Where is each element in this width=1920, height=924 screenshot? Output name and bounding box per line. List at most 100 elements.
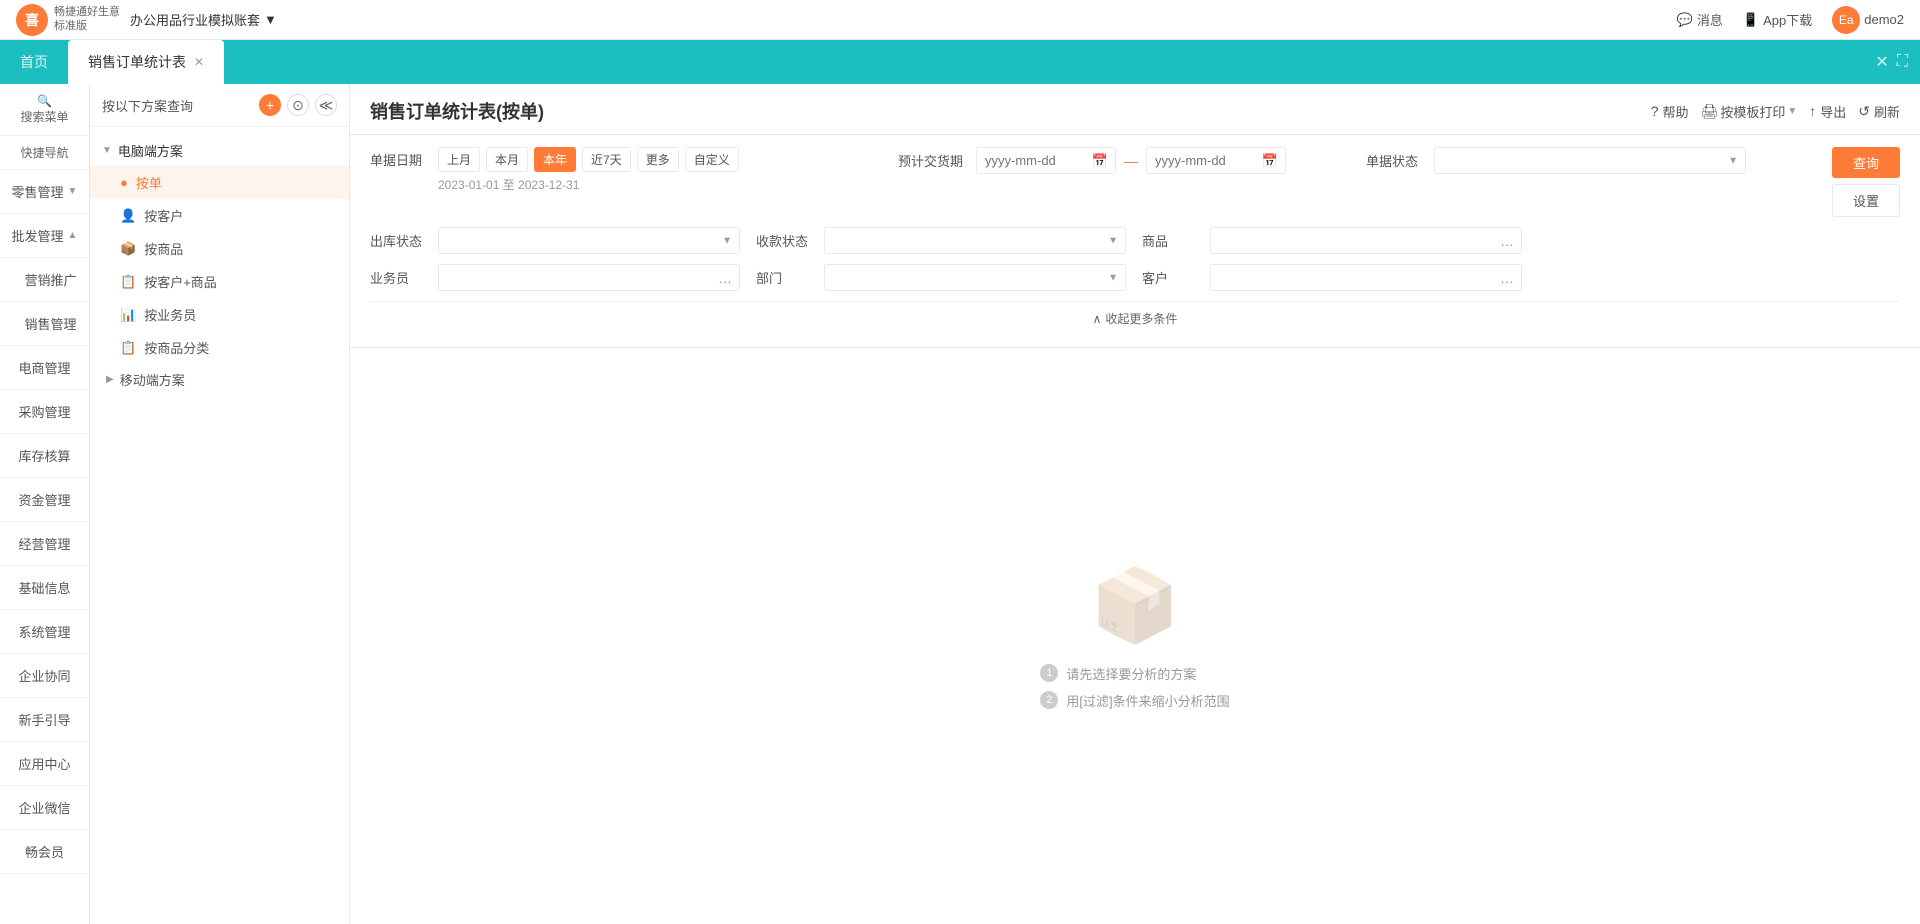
help-icon: ? xyxy=(1651,103,1659,119)
scheme-tree: ▼ 电脑端方案 ● 按单 👤 按客户 📦 按商品 📋 按客户+商品 xyxy=(90,127,349,924)
doc-status-select[interactable] xyxy=(1434,147,1746,174)
export-button[interactable]: ↑ 导出 xyxy=(1809,102,1846,121)
sidebar-item-appcenter[interactable]: 应用中心 xyxy=(0,742,89,786)
sidebar-item-marketing[interactable]: 营销推广 xyxy=(0,258,89,302)
department-select[interactable] xyxy=(824,264,1126,291)
add-scheme-button[interactable]: + xyxy=(259,94,281,116)
salesperson-more-icon[interactable]: … xyxy=(718,270,732,286)
page-title: 销售订单统计表(按单) xyxy=(370,98,544,124)
logo-icon: 喜 xyxy=(16,4,48,36)
sidebar-item-inventory[interactable]: 库存核算 xyxy=(0,434,89,478)
refresh-button[interactable]: ↺ 刷新 xyxy=(1858,102,1900,121)
user-avatar[interactable]: Ea demo2 xyxy=(1832,6,1904,34)
product-input[interactable] xyxy=(1210,227,1522,254)
salesperson-scheme-icon: 📊 xyxy=(120,307,136,323)
tree-item-by-order[interactable]: ● 按单 xyxy=(90,166,349,199)
tree-item-by-customer[interactable]: 👤 按客户 xyxy=(90,199,349,232)
collapse-icon: ≪ xyxy=(319,97,334,114)
sidebar-item-member[interactable]: 畅会员 xyxy=(0,830,89,874)
tip-num-1: 1 xyxy=(1040,664,1058,682)
avatar-icon: Ea xyxy=(1832,6,1860,34)
order-scheme-icon: ● xyxy=(120,175,128,190)
top-bar: 喜 畅捷通好生意 标准版 办公用品行业模拟账套 ▼ 💬 消息 📱 App下载 E… xyxy=(0,0,1920,40)
customer-scheme-icon: 👤 xyxy=(120,208,136,224)
tree-item-by-category[interactable]: 📋 按商品分类 xyxy=(90,331,349,364)
payment-status-label: 收款状态 xyxy=(756,231,816,250)
tree-item-by-customer-product[interactable]: 📋 按客户+商品 xyxy=(90,265,349,298)
salesperson-input[interactable] xyxy=(438,264,740,291)
retail-arrow-icon: ▼ xyxy=(68,186,78,197)
sidebar-item-newuser[interactable]: 新手引导 xyxy=(0,698,89,742)
sidebar-item-basic[interactable]: 基础信息 xyxy=(0,566,89,610)
export-icon: ↑ xyxy=(1809,103,1816,119)
settings-button[interactable]: 设置 xyxy=(1832,184,1900,217)
print-icon: 🖨 xyxy=(1701,103,1719,120)
date-btn-custom[interactable]: 自定义 xyxy=(685,147,739,172)
date-btn-this-year[interactable]: 本年 xyxy=(534,147,576,172)
payment-status-select[interactable] xyxy=(824,227,1126,254)
help-button[interactable]: ? 帮助 xyxy=(1651,102,1689,121)
close-window-icon[interactable]: ✕ xyxy=(1875,52,1888,72)
sidebar-item-operation[interactable]: 经营管理 xyxy=(0,522,89,566)
message-button[interactable]: 💬 消息 xyxy=(1677,10,1723,29)
date-btn-last-month[interactable]: 上月 xyxy=(438,147,480,172)
tree-group-desktop[interactable]: ▼ 电脑端方案 xyxy=(90,135,349,166)
query-button[interactable]: 查询 xyxy=(1832,147,1900,178)
print-dropdown-icon: ▼ xyxy=(1787,106,1797,117)
page-header: 销售订单统计表(按单) ? 帮助 🖨 按模板打印 ▼ ↑ 导出 xyxy=(350,84,1920,135)
logo-text: 畅捷通好生意 标准版 xyxy=(54,6,120,32)
sidebar-item-purchase[interactable]: 采购管理 xyxy=(0,390,89,434)
salesperson-label: 业务员 xyxy=(370,268,430,287)
customer-more-icon[interactable]: … xyxy=(1500,270,1514,286)
tab-sales-order-stats[interactable]: 销售订单统计表 ✕ xyxy=(68,40,224,84)
tree-item-by-product[interactable]: 📦 按商品 xyxy=(90,232,349,265)
tree-item-by-salesperson[interactable]: 📊 按业务员 xyxy=(90,298,349,331)
maximize-window-icon[interactable]: ⛶ xyxy=(1897,53,1908,71)
tab-home[interactable]: 首页 xyxy=(0,40,68,84)
industry-selector[interactable]: 办公用品行业模拟账套 ▼ xyxy=(130,10,277,29)
date-btn-this-month[interactable]: 本月 xyxy=(486,147,528,172)
customer-product-scheme-icon: 📋 xyxy=(120,274,136,290)
tree-group-mobile[interactable]: ▶ 移动端方案 xyxy=(90,364,349,395)
product-label: 商品 xyxy=(1142,231,1202,250)
edit-scheme-button[interactable]: ⊙ xyxy=(287,94,309,116)
empty-tips: 1 请先选择要分析的方案 2 用[过滤]条件来缩小分析范围 xyxy=(1040,664,1229,710)
expected-date-from-input[interactable] xyxy=(976,147,1116,174)
tab-window-actions: ✕ ⛶ xyxy=(1875,52,1920,72)
date-btn-7days[interactable]: 近7天 xyxy=(582,147,631,172)
app-download-button[interactable]: 📱 App下载 xyxy=(1743,10,1812,29)
empty-tip-1: 1 请先选择要分析的方案 xyxy=(1040,664,1229,683)
print-button[interactable]: 🖨 按模板打印 ▼ xyxy=(1701,102,1798,121)
customer-input[interactable] xyxy=(1210,264,1522,291)
sidebar-item-sales[interactable]: 销售管理 xyxy=(0,302,89,346)
product-more-icon[interactable]: … xyxy=(1500,233,1514,249)
date-filter-label: 单据日期 xyxy=(370,150,430,169)
sidebar-shortcut[interactable]: 快捷导航 xyxy=(0,136,89,170)
sidebar-item-wholesale[interactable]: 批发管理 ▲ xyxy=(0,214,89,258)
collapse-panel-button[interactable]: ≪ xyxy=(315,94,337,116)
sidebar-item-ecommerce[interactable]: 电商管理 xyxy=(0,346,89,390)
mobile-group-expand-icon: ▶ xyxy=(106,374,114,385)
main-layout: 🔍 搜索菜单 快捷导航 零售管理 ▼ 批发管理 ▲ 营销推广 销售管理 电商管理… xyxy=(0,84,1920,924)
doc-status-label: 单据状态 xyxy=(1366,151,1426,170)
tree-expand-icon: ▼ xyxy=(102,145,112,156)
message-icon: 💬 xyxy=(1677,12,1693,28)
product-scheme-icon: 📦 xyxy=(120,241,136,257)
sidebar-item-corpwechat[interactable]: 企业微信 xyxy=(0,786,89,830)
wholesale-arrow-icon: ▲ xyxy=(68,230,78,241)
collapse-more-conditions[interactable]: ∧ 收起更多条件 xyxy=(370,301,1900,335)
sidebar-item-retail[interactable]: 零售管理 ▼ xyxy=(0,170,89,214)
left-panel-header: 按以下方案查询 + ⊙ ≪ xyxy=(90,84,349,127)
expected-date-to-input[interactable] xyxy=(1146,147,1286,174)
sidebar-item-system[interactable]: 系统管理 xyxy=(0,610,89,654)
content-area: 按以下方案查询 + ⊙ ≪ ▼ 电脑端方案 ● xyxy=(90,84,1920,924)
refresh-icon: ↺ xyxy=(1858,103,1870,120)
delivery-status-label: 出库状态 xyxy=(370,231,430,250)
tab-close-icon[interactable]: ✕ xyxy=(194,55,204,69)
date-btn-more[interactable]: 更多 xyxy=(637,147,679,172)
left-panel: 按以下方案查询 + ⊙ ≪ ▼ 电脑端方案 ● xyxy=(90,84,350,924)
sidebar-item-finance[interactable]: 资金管理 xyxy=(0,478,89,522)
sidebar-search[interactable]: 🔍 搜索菜单 xyxy=(0,84,89,136)
sidebar-item-enterprise[interactable]: 企业协同 xyxy=(0,654,89,698)
delivery-status-select[interactable] xyxy=(438,227,740,254)
